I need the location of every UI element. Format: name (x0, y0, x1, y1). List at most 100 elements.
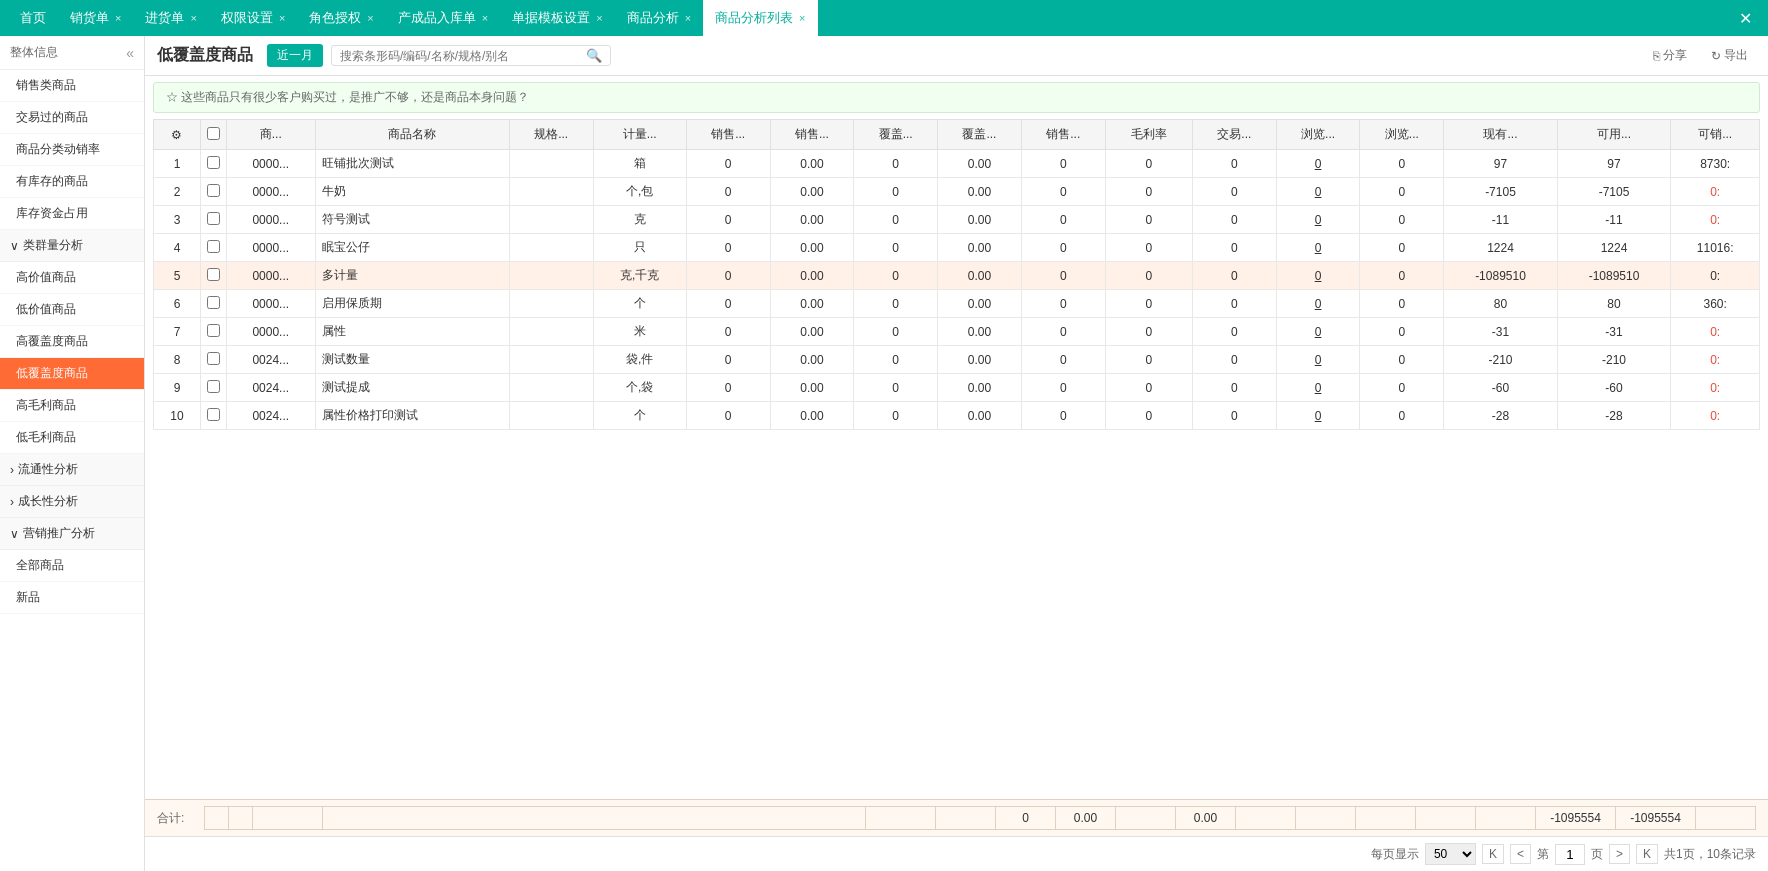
nav-sales-order[interactable]: 销货单 × (58, 0, 133, 36)
row-checkbox-8[interactable] (200, 346, 226, 374)
first-page-button[interactable]: K (1482, 844, 1504, 864)
close-product-analysis-icon[interactable]: × (685, 12, 691, 24)
row-view1-4[interactable]: 0 (1276, 234, 1360, 262)
row-current-8: -210 (1444, 346, 1558, 374)
nav-role-auth[interactable]: 角色授权 × (297, 0, 385, 36)
trade-column-header[interactable]: 交易... (1192, 120, 1276, 150)
nav-template-settings[interactable]: 单据模板设置 × (500, 0, 614, 36)
search-icon[interactable]: 🔍 (586, 48, 602, 63)
row-view1-5[interactable]: 0 (1276, 262, 1360, 290)
sidebar-section-liquidity[interactable]: › 流通性分析 (0, 454, 144, 486)
share-button[interactable]: ⎘ 分享 (1645, 44, 1695, 67)
page-number-input[interactable] (1555, 844, 1585, 865)
row-view1-1[interactable]: 0 (1276, 150, 1360, 178)
export-button[interactable]: ↻ 导出 (1703, 44, 1756, 67)
cov1-column-header[interactable]: 覆盖... (854, 120, 938, 150)
row-cov1-8: 0 (854, 346, 938, 374)
close-role-auth-icon[interactable]: × (367, 12, 373, 24)
row-checkbox-10[interactable] (200, 402, 226, 430)
unit-column-header[interactable]: 计量... (593, 120, 686, 150)
row-sales3-7: 0 (1021, 318, 1105, 346)
row-checkbox-1[interactable] (200, 150, 226, 178)
name-column-header[interactable]: 商品名称 (315, 120, 509, 150)
sidebar-item-traded-goods[interactable]: 交易过的商品 (0, 102, 144, 134)
close-permission-icon[interactable]: × (279, 12, 285, 24)
view2-column-header[interactable]: 浏览... (1360, 120, 1444, 150)
row-checkbox-2[interactable] (200, 178, 226, 206)
select-all-checkbox[interactable] (207, 127, 220, 140)
next-page-button[interactable]: > (1609, 844, 1630, 864)
nav-finished-goods[interactable]: 产成品入库单 × (386, 0, 500, 36)
period-button[interactable]: 近一月 (267, 44, 323, 67)
row-available-3: -11 (1557, 206, 1671, 234)
prev-page-button[interactable]: < (1510, 844, 1531, 864)
row-view1-10[interactable]: 0 (1276, 402, 1360, 430)
available-column-header[interactable]: 可用... (1557, 120, 1671, 150)
nav-permission-settings[interactable]: 权限设置 × (209, 0, 297, 36)
row-view1-9[interactable]: 0 (1276, 374, 1360, 402)
row-trade-6: 0 (1192, 290, 1276, 318)
sales3-column-header[interactable]: 销售... (1021, 120, 1105, 150)
nav-purchase-order[interactable]: 进货单 × (133, 0, 208, 36)
sales-qty-column-header[interactable]: 销售... (686, 120, 770, 150)
gross-margin-column-header[interactable]: 毛利率 (1105, 120, 1192, 150)
sales-amt-column-header[interactable]: 销售... (770, 120, 854, 150)
sidebar-item-stocked-goods[interactable]: 有库存的商品 (0, 166, 144, 198)
last-page-button[interactable]: K (1636, 844, 1658, 864)
sidebar-item-high-coverage[interactable]: 高覆盖度商品 (0, 326, 144, 358)
close-product-analysis-list-icon[interactable]: × (799, 12, 805, 24)
sidebar-section-marketing[interactable]: ∨ 营销推广分析 (0, 518, 144, 550)
sidebar-item-new-products[interactable]: 新品 (0, 582, 144, 614)
nav-home[interactable]: 首页 (8, 0, 58, 36)
cov2-column-header[interactable]: 覆盖... (938, 120, 1022, 150)
sidebar-item-low-value[interactable]: 低价值商品 (0, 294, 144, 326)
row-checkbox-3[interactable] (200, 206, 226, 234)
chevron-right-icon-2: › (10, 495, 14, 509)
sidebar-item-stock-capital[interactable]: 库存资金占用 (0, 198, 144, 230)
sidebar-collapse-button[interactable]: « (126, 45, 134, 61)
sidebar-item-sales-goods[interactable]: 销售类商品 (0, 70, 144, 102)
nav-product-analysis-list[interactable]: 商品分析列表 × (703, 0, 817, 36)
row-view1-7[interactable]: 0 (1276, 318, 1360, 346)
page-size-select[interactable]: 50 100 200 (1425, 843, 1476, 865)
checkbox-column-header[interactable] (200, 120, 226, 150)
sidebar-section-cluster-analysis[interactable]: ∨ 类群量分析 (0, 230, 144, 262)
view1-column-header[interactable]: 浏览... (1276, 120, 1360, 150)
sidebar-item-all-goods[interactable]: 全部商品 (0, 550, 144, 582)
row-view2-9: 0 (1360, 374, 1444, 402)
row-checkbox-7[interactable] (200, 318, 226, 346)
total-pages-info: 共1页，10条记录 (1664, 846, 1756, 863)
window-close-button[interactable]: ✕ (1731, 9, 1760, 28)
row-checkbox-6[interactable] (200, 290, 226, 318)
sidebar-item-low-margin[interactable]: 低毛利商品 (0, 422, 144, 454)
row-view1-2[interactable]: 0 (1276, 178, 1360, 206)
row-checkbox-4[interactable] (200, 234, 226, 262)
sidebar-item-high-margin[interactable]: 高毛利商品 (0, 390, 144, 422)
close-purchase-order-icon[interactable]: × (190, 12, 196, 24)
sidebar-item-category-turnover[interactable]: 商品分类动销率 (0, 134, 144, 166)
search-input[interactable] (340, 49, 586, 63)
settings-column-header[interactable]: ⚙ (154, 120, 201, 150)
sellable-column-header[interactable]: 可销... (1671, 120, 1760, 150)
close-sales-order-icon[interactable]: × (115, 12, 121, 24)
spec-column-header[interactable]: 规格... (509, 120, 593, 150)
row-checkbox-5[interactable] (200, 262, 226, 290)
settings-icon[interactable]: ⚙ (171, 128, 182, 142)
row-gross-margin-7: 0 (1105, 318, 1192, 346)
sidebar-item-high-value[interactable]: 高价值商品 (0, 262, 144, 294)
row-view1-6[interactable]: 0 (1276, 290, 1360, 318)
nav-product-analysis[interactable]: 商品分析 × (615, 0, 703, 36)
row-current-3: -11 (1444, 206, 1558, 234)
current-column-header[interactable]: 现有... (1444, 120, 1558, 150)
close-template-icon[interactable]: × (596, 12, 602, 24)
row-sales3-5: 0 (1021, 262, 1105, 290)
sidebar-item-low-coverage[interactable]: 低覆盖度商品 (0, 358, 144, 390)
row-view1-8[interactable]: 0 (1276, 346, 1360, 374)
row-view1-3[interactable]: 0 (1276, 206, 1360, 234)
row-trade-9: 0 (1192, 374, 1276, 402)
sidebar-section-growth[interactable]: › 成长性分析 (0, 486, 144, 518)
code-column-header[interactable]: 商... (226, 120, 315, 150)
close-finished-goods-icon[interactable]: × (482, 12, 488, 24)
row-checkbox-9[interactable] (200, 374, 226, 402)
row-code-5: 0000... (226, 262, 315, 290)
